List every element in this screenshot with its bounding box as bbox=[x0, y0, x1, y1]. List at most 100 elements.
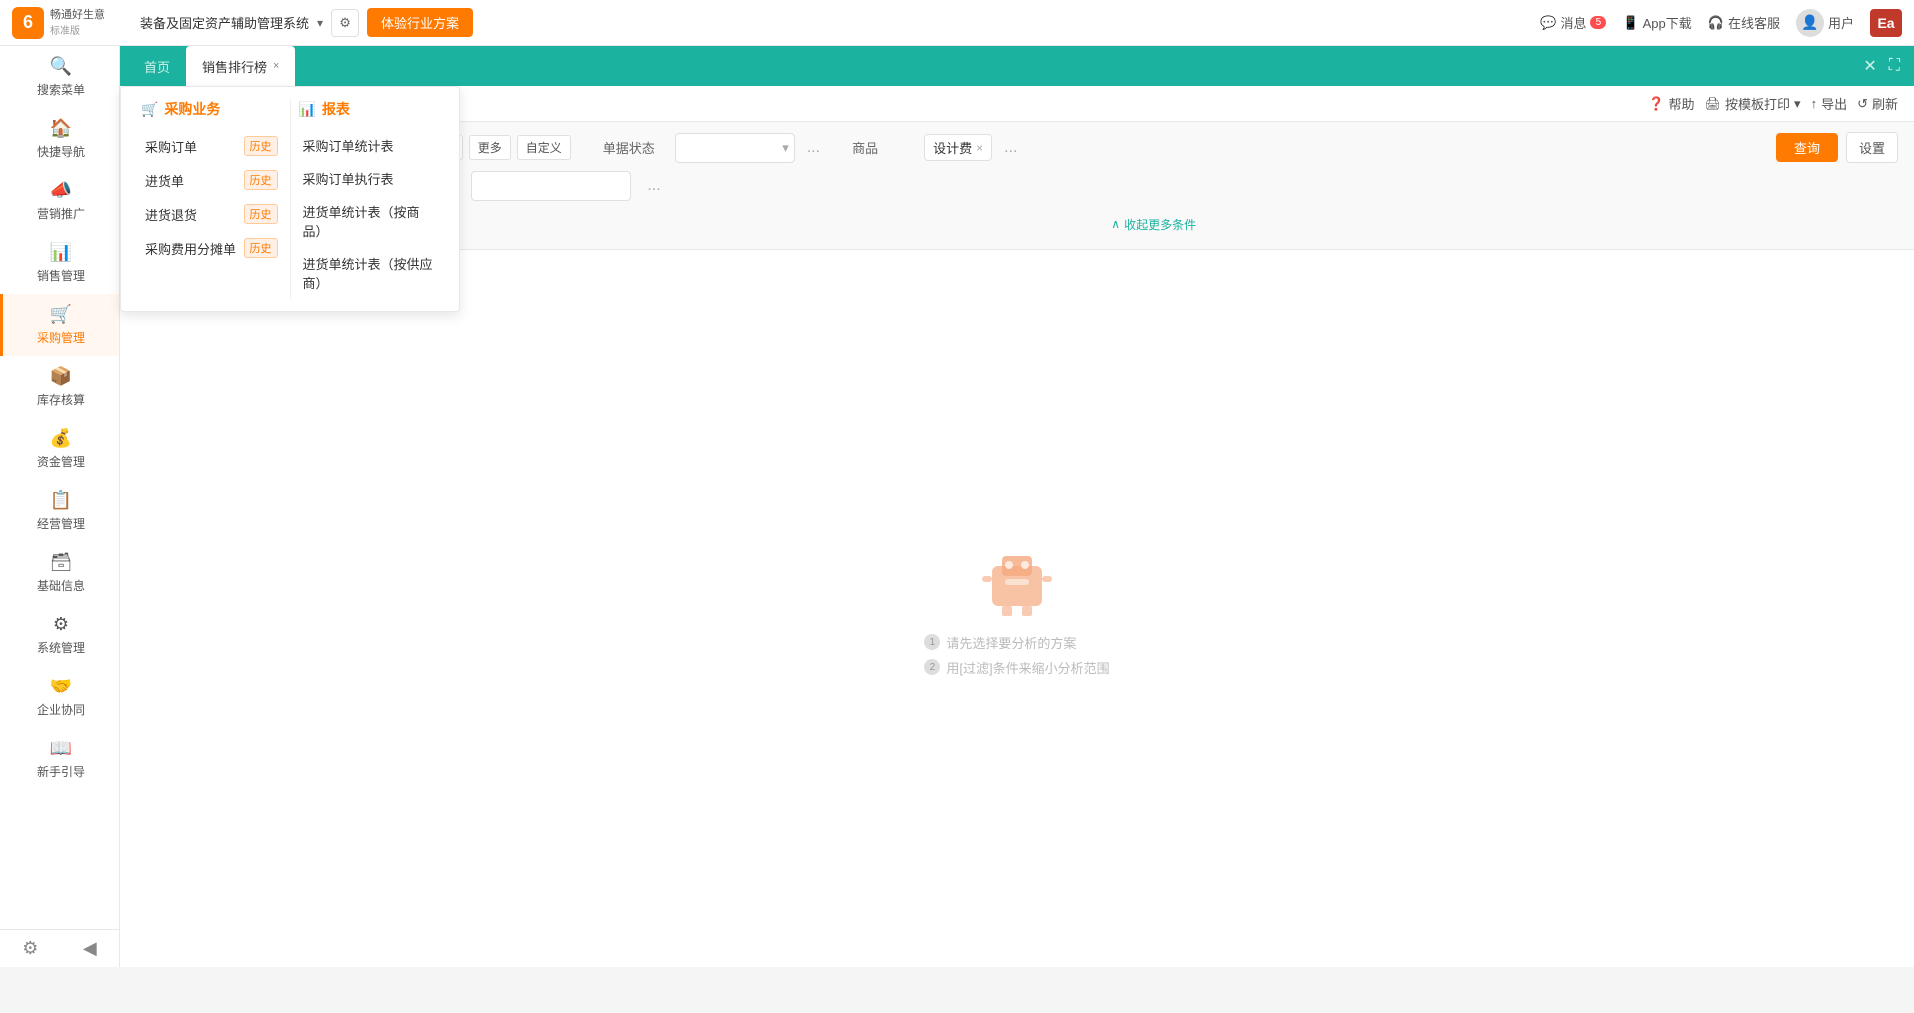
refresh-label: 刷新 bbox=[1872, 94, 1898, 113]
export-action[interactable]: ↑ 导出 bbox=[1811, 94, 1848, 113]
sidebar-label-search: 搜索菜单 bbox=[37, 81, 85, 98]
window-expand-btn[interactable]: ⛶ bbox=[1883, 57, 1906, 75]
title-dropdown-btn[interactable]: ▾ bbox=[317, 16, 323, 30]
tab-sales-rank[interactable]: 销售排行榜 × bbox=[186, 46, 295, 86]
settings-icon-btn[interactable]: ⚙ bbox=[331, 9, 359, 37]
search-btn[interactable]: 查询 bbox=[1776, 133, 1838, 162]
dropdown-item-report-order-stat[interactable]: 采购订单统计表 bbox=[299, 129, 440, 162]
empty-state: 1 请先选择要分析的方案 2 用[过滤]条件来缩小分析范围 bbox=[120, 250, 1914, 967]
online-service-label: 在线客服 bbox=[1728, 13, 1780, 32]
circle-icon-1: 1 bbox=[924, 634, 940, 650]
message-action[interactable]: 💬 消息 5 bbox=[1540, 13, 1606, 32]
help-label: 帮助 bbox=[1668, 94, 1694, 113]
sidebar-item-newbie[interactable]: 📖 新手引导 bbox=[0, 728, 119, 790]
user-label: 用户 bbox=[1828, 13, 1854, 32]
dropdown-item-expense[interactable]: 采购费用分摊单 历史 bbox=[141, 231, 282, 265]
report-col: 📊 报表 采购订单统计表 采购订单执行表 进货单统计表（按商品） 进货单统计表（… bbox=[291, 99, 448, 299]
status-select-wrap: ▾ bbox=[675, 133, 795, 163]
print-icon: 🖨 bbox=[1705, 96, 1722, 112]
logo-area: 6 畅通好生意 标准版 bbox=[12, 7, 132, 39]
settings-btn[interactable]: 设置 bbox=[1846, 132, 1898, 163]
history-badge-3: 历史 bbox=[244, 238, 278, 258]
finance-icon: 💰 bbox=[50, 428, 72, 449]
sidebar: 🔍 搜索菜单 🏠 快捷导航 📣 营销推广 📊 销售管理 🛒 采购管理 📦 库存核… bbox=[0, 46, 120, 967]
header-center: 装备及固定资产辅助管理系统 ▾ ⚙ 体验行业方案 bbox=[132, 8, 1540, 37]
status-ellipsis[interactable]: ... bbox=[807, 139, 820, 157]
message-badge: 5 bbox=[1590, 16, 1606, 29]
export-icon: ↑ bbox=[1811, 96, 1818, 111]
app-download-action[interactable]: 📱 App下载 bbox=[1622, 13, 1691, 32]
circle-icon-2: 2 bbox=[924, 659, 940, 675]
sidebar-settings-btn[interactable]: ⚙ bbox=[22, 938, 38, 959]
app-download-label: App下载 bbox=[1643, 13, 1692, 32]
sidebar-item-purchase[interactable]: 🛒 采购管理 bbox=[0, 294, 119, 356]
print-dropdown-icon[interactable]: ▾ bbox=[1794, 96, 1801, 112]
goods-ellipsis[interactable]: ... bbox=[1004, 139, 1017, 157]
refresh-action[interactable]: ↺ 刷新 bbox=[1857, 94, 1898, 113]
dropdown-item-return[interactable]: 进货退货 历史 bbox=[141, 197, 282, 231]
sidebar-label-enterprise: 企业协同 bbox=[37, 701, 85, 718]
empty-hint-2: 2 用[过滤]条件来缩小分析范围 bbox=[924, 658, 1109, 677]
filter-actions: 查询 设置 bbox=[1776, 132, 1898, 163]
enterprise-icon: 🤝 bbox=[50, 676, 72, 697]
marketing-icon: 📣 bbox=[50, 180, 72, 201]
window-close-btn[interactable]: ✕ bbox=[1857, 56, 1882, 76]
sidebar-item-operations[interactable]: 📋 经营管理 bbox=[0, 480, 119, 542]
tab-home[interactable]: 首页 bbox=[128, 46, 186, 86]
stock-icon: 📦 bbox=[50, 366, 72, 387]
help-icon: ❓ bbox=[1648, 96, 1664, 112]
sidebar-label-marketing: 营销推广 bbox=[37, 205, 85, 222]
sidebar-label-purchase: 采购管理 bbox=[37, 329, 85, 346]
dropdown-item-purchase-order[interactable]: 采购订单 历史 bbox=[141, 129, 282, 163]
basic-icon: 🗃 bbox=[50, 552, 73, 573]
print-action[interactable]: 🖨 按模板打印 ▾ bbox=[1705, 94, 1801, 113]
sidebar-bottom: ⚙ ◀ bbox=[0, 929, 119, 967]
sidebar-item-enterprise[interactable]: 🤝 企业协同 bbox=[0, 666, 119, 728]
salesman-input[interactable] bbox=[471, 171, 631, 201]
headset-icon: 🎧 bbox=[1708, 15, 1724, 31]
message-label: 消息 bbox=[1560, 13, 1586, 32]
history-badge-0: 历史 bbox=[244, 136, 278, 156]
online-service-action[interactable]: 🎧 在线客服 bbox=[1708, 13, 1780, 32]
dropdown-item-report-order-exec[interactable]: 采购订单执行表 bbox=[299, 162, 440, 195]
sidebar-label-sales: 销售管理 bbox=[37, 267, 85, 284]
sidebar-item-quick-nav[interactable]: 🏠 快捷导航 bbox=[0, 108, 119, 170]
industry-btn[interactable]: 体验行业方案 bbox=[367, 8, 473, 37]
dropdown-item-report-incoming-goods[interactable]: 进货单统计表（按商品） bbox=[299, 195, 440, 247]
user-action[interactable]: 👤 用户 bbox=[1796, 9, 1854, 37]
sidebar-item-finance[interactable]: 💰 资金管理 bbox=[0, 418, 119, 480]
sidebar-item-system[interactable]: ⚙ 系统管理 bbox=[0, 604, 119, 666]
dropdown-item-report-incoming-supplier[interactable]: 进货单统计表（按供应商） bbox=[299, 247, 440, 299]
sidebar-label-quick-nav: 快捷导航 bbox=[37, 143, 85, 160]
user-avatar: 👤 bbox=[1796, 9, 1824, 37]
tab-close-btn[interactable]: × bbox=[273, 60, 279, 72]
sidebar-item-basic[interactable]: 🗃 基础信息 bbox=[0, 542, 119, 604]
goods-tag-close[interactable]: × bbox=[976, 141, 983, 155]
history-badge-2: 历史 bbox=[244, 204, 278, 224]
salesman-ellipsis[interactable]: ... bbox=[647, 177, 660, 195]
quick-custom-btn[interactable]: 自定义 bbox=[517, 135, 571, 160]
dropdown-item-incoming[interactable]: 进货单 历史 bbox=[141, 163, 282, 197]
empty-illustration bbox=[967, 541, 1067, 621]
help-action[interactable]: ❓ 帮助 bbox=[1648, 94, 1694, 113]
purchase-icon: 🛒 bbox=[50, 304, 72, 325]
sidebar-item-stock[interactable]: 📦 库存核算 bbox=[0, 356, 119, 418]
sidebar-item-search[interactable]: 🔍 搜索菜单 bbox=[0, 46, 119, 108]
chevron-up-icon: ∧ bbox=[1111, 217, 1120, 231]
collapse-btn[interactable]: ∧ 收起更多条件 bbox=[1111, 216, 1196, 233]
sidebar-collapse-btn[interactable]: ◀ bbox=[83, 938, 97, 959]
sidebar-item-marketing[interactable]: 📣 营销推广 bbox=[0, 170, 119, 232]
tab-bar: 首页 销售排行榜 × ✕ ⛶ bbox=[120, 46, 1914, 86]
message-icon: 💬 bbox=[1540, 15, 1556, 31]
status-label: 单据状态 bbox=[603, 138, 663, 157]
quick-more-btn[interactable]: 更多 bbox=[469, 135, 511, 160]
status-select[interactable] bbox=[675, 133, 795, 163]
goods-tag: 设计费 × bbox=[924, 134, 992, 161]
sidebar-item-sales[interactable]: 📊 销售管理 bbox=[0, 232, 119, 294]
sidebar-label-stock: 库存核算 bbox=[37, 391, 85, 408]
purchase-col-icon: 🛒 bbox=[141, 101, 158, 118]
top-header: 6 畅通好生意 标准版 装备及固定资产辅助管理系统 ▾ ⚙ 体验行业方案 💬 消… bbox=[0, 0, 1914, 46]
sidebar-label-operations: 经营管理 bbox=[37, 515, 85, 532]
home-icon: 🏠 bbox=[50, 118, 72, 139]
purchase-col: 🛒 采购业务 采购订单 历史 进货单 历史 进货退货 历史 采购费用分摊单 历史 bbox=[133, 99, 291, 299]
